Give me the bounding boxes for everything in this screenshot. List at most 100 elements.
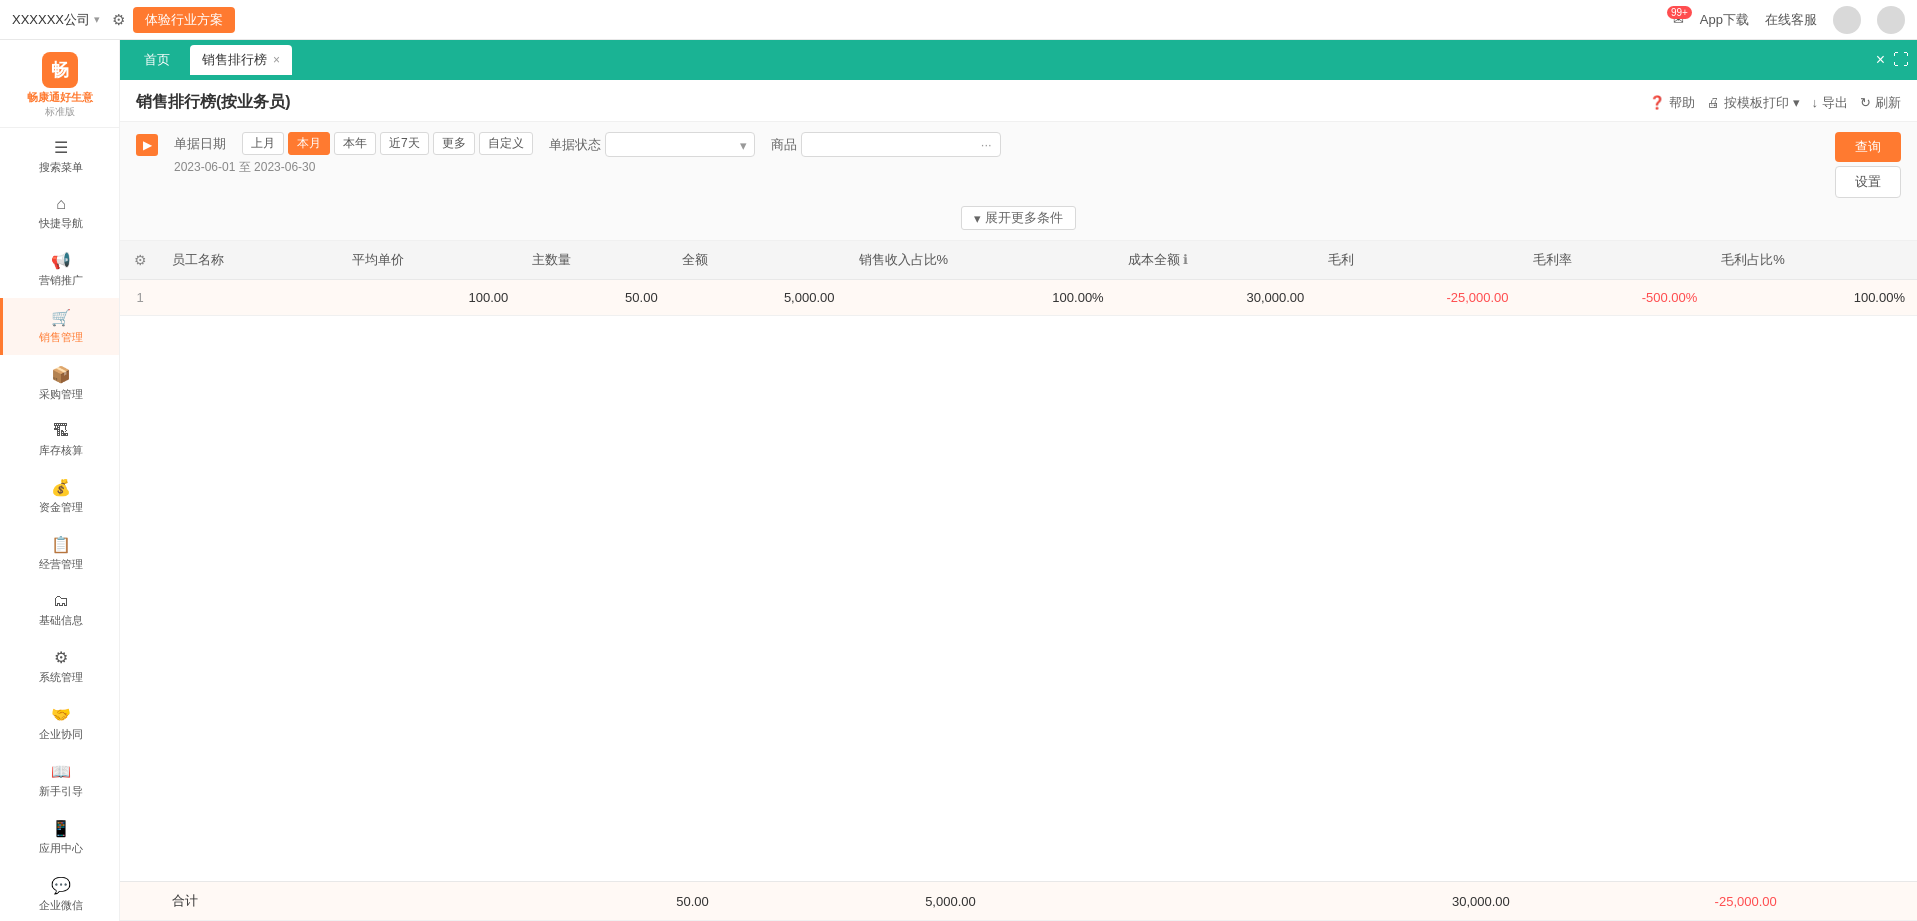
col-profit: 毛利 [1316, 241, 1520, 280]
date-btn-more[interactable]: 更多 [433, 132, 475, 155]
cell-profit-pct: 100.00% [1709, 280, 1917, 316]
logo-icon: 畅 [42, 52, 78, 88]
status-select[interactable] [605, 132, 755, 157]
filter-bar: ▶ 单据日期 上月 本月 本年 近7天 更多 自定义 [120, 122, 1917, 241]
cell-profit-rate: -500.00% [1521, 280, 1710, 316]
date-btn-this-year[interactable]: 本年 [334, 132, 376, 155]
tab-bar-right: × ⛶ [1876, 51, 1909, 69]
page-header: 销售排行榜(按业务员) ❓ 帮助 🖨 按模板打印 ▾ ↓ 导出 [120, 80, 1917, 122]
cell-qty: 50.00 [520, 280, 669, 316]
cost-help-icon[interactable]: ℹ [1183, 252, 1188, 267]
tab-home[interactable]: 首页 [128, 45, 186, 75]
enterprise-icon: 🤝 [51, 705, 71, 724]
date-btn-7days[interactable]: 近7天 [380, 132, 429, 155]
sidebar-item-quick-nav[interactable]: ⌂ 快捷导航 [0, 185, 119, 241]
date-btn-last-month[interactable]: 上月 [242, 132, 284, 155]
sidebar-item-marketing[interactable]: 📢 营销推广 [0, 241, 119, 298]
query-button[interactable]: 查询 [1835, 132, 1901, 162]
footer-cost: 30,000.00 [1255, 882, 1522, 921]
date-btn-custom[interactable]: 自定义 [479, 132, 533, 155]
footer-profit-rate [1789, 882, 1853, 921]
avatar[interactable] [1833, 6, 1861, 34]
logo-sub: 标准版 [45, 105, 75, 119]
sidebar: 畅 畅康通好生意 标准版 ☰ 搜索菜单 ⌂ 快捷导航 📢 营销推广 🛒 销售管理… [0, 40, 120, 921]
footer-qty: 50.00 [507, 882, 721, 921]
sidebar-item-app-center[interactable]: 📱 应用中心 [0, 809, 119, 866]
col-profit-rate: 毛利率 [1521, 241, 1710, 280]
app-download-button[interactable]: App下载 [1700, 11, 1749, 29]
sidebar-item-label: 基础信息 [39, 613, 83, 628]
sidebar-item-label: 企业协同 [39, 727, 83, 742]
window-maximize-icon[interactable]: ⛶ [1893, 51, 1909, 69]
col-qty: 主数量 [520, 241, 669, 280]
footer-label: 合计 [160, 882, 294, 921]
window-close-icon[interactable]: × [1876, 51, 1885, 69]
filter-right-buttons: 查询 设置 [1835, 132, 1901, 198]
tab-label: 销售排行榜 [202, 51, 267, 69]
status-select-wrapper [605, 132, 755, 157]
expand-conditions-button[interactable]: ▾ 展开更多条件 [961, 206, 1076, 230]
cell-sales-pct: 100.00% [847, 280, 1116, 316]
sidebar-item-base-info[interactable]: 🗂 基础信息 [0, 582, 119, 638]
goods-filter-box[interactable]: ··· [801, 132, 1001, 157]
footer-profit-pct [1853, 882, 1917, 921]
sidebar-item-inventory[interactable]: 🏗 库存核算 [0, 412, 119, 468]
table-header: ⚙ 员工名称 平均单价 主数量 全额 销售收入占比% 成本全额 ℹ 毛利 毛利率… [120, 241, 1917, 280]
logo-text: 畅康通好生意 [27, 90, 93, 105]
help-button[interactable]: ❓ 帮助 [1649, 94, 1695, 112]
filter-settings-button[interactable]: 设置 [1835, 166, 1901, 198]
page-content: 销售排行榜(按业务员) ❓ 帮助 🖨 按模板打印 ▾ ↓ 导出 [120, 80, 1917, 921]
message-button[interactable]: ✉ 99+ [1673, 12, 1684, 27]
sidebar-item-sales[interactable]: 🛒 销售管理 [0, 298, 119, 355]
sidebar-item-system[interactable]: ⚙ 系统管理 [0, 638, 119, 695]
trial-button[interactable]: 体验行业方案 [133, 7, 235, 33]
sales-icon: 🛒 [51, 308, 71, 327]
sidebar-item-label: 经营管理 [39, 557, 83, 572]
app-center-icon: 📱 [51, 819, 71, 838]
date-filter-label: 单据日期 [174, 135, 226, 153]
filter-toggle-button[interactable]: ▶ [136, 134, 158, 156]
company-name: XXXXXX公司 [12, 11, 90, 29]
goods-ellipsis-icon[interactable]: ··· [981, 137, 992, 152]
tab-close-icon[interactable]: × [273, 53, 280, 67]
date-options: 上月 本月 本年 近7天 更多 自定义 [242, 132, 533, 155]
expand-row: ▾ 展开更多条件 [136, 206, 1901, 230]
table-container: ⚙ 员工名称 平均单价 主数量 全额 销售收入占比% 成本全额 ℹ 毛利 毛利率… [120, 241, 1917, 881]
tab-bar: 首页 销售排行榜 × × ⛶ [120, 40, 1917, 80]
sidebar-item-finance[interactable]: 💰 资金管理 [0, 468, 119, 525]
table-settings-icon[interactable]: ⚙ [134, 252, 147, 268]
export-button[interactable]: ↓ 导出 [1812, 94, 1849, 112]
print-chevron-icon: ▾ [1793, 95, 1800, 110]
settings-icon[interactable]: ⚙ [112, 11, 125, 29]
sidebar-item-purchase[interactable]: 📦 采购管理 [0, 355, 119, 412]
filter-row-date: 单据日期 上月 本月 本年 近7天 更多 自定义 [174, 132, 533, 155]
sidebar-logo: 畅 畅康通好生意 标准版 [0, 40, 119, 128]
online-service-button[interactable]: 在线客服 [1765, 11, 1817, 29]
sidebar-item-enterprise[interactable]: 🤝 企业协同 [0, 695, 119, 752]
refresh-button[interactable]: ↻ 刷新 [1860, 94, 1901, 112]
sidebar-item-wechat[interactable]: 💬 企业微信 [0, 866, 119, 921]
guide-icon: 📖 [51, 762, 71, 781]
sidebar-item-label: 营销推广 [39, 273, 83, 288]
goods-filter-label: 商品 [771, 136, 797, 154]
table-footer: 合计 50.00 5,000.00 30,000.00 -25,000.00 [120, 881, 1917, 921]
filter-goods: 商品 ··· [771, 132, 1001, 157]
col-settings[interactable]: ⚙ [120, 241, 160, 280]
col-amount: 全额 [670, 241, 847, 280]
search-orders-icon: ☰ [54, 138, 68, 157]
footer-row: 合计 50.00 5,000.00 30,000.00 -25,000.00 [120, 882, 1917, 921]
inventory-icon: 🏗 [53, 422, 69, 440]
sidebar-item-operations[interactable]: 📋 经营管理 [0, 525, 119, 582]
tab-sales-ranking[interactable]: 销售排行榜 × [190, 45, 292, 75]
company-selector[interactable]: XXXXXX公司 ▾ [12, 11, 100, 29]
date-btn-this-month[interactable]: 本月 [288, 132, 330, 155]
print-button[interactable]: 🖨 按模板打印 ▾ [1707, 94, 1800, 112]
table-body: 1 100.00 50.00 5,000.00 100.00% 30,000.0… [120, 280, 1917, 316]
filter-status: 单据状态 [549, 132, 755, 157]
sidebar-item-label: 企业微信 [39, 898, 83, 913]
sidebar-item-search-orders[interactable]: ☰ 搜索菜单 [0, 128, 119, 185]
sidebar-item-guide[interactable]: 📖 新手引导 [0, 752, 119, 809]
table-row: 1 100.00 50.00 5,000.00 100.00% 30,000.0… [120, 280, 1917, 316]
status-filter-label: 单据状态 [549, 136, 601, 154]
company-chevron-icon: ▾ [94, 13, 100, 26]
